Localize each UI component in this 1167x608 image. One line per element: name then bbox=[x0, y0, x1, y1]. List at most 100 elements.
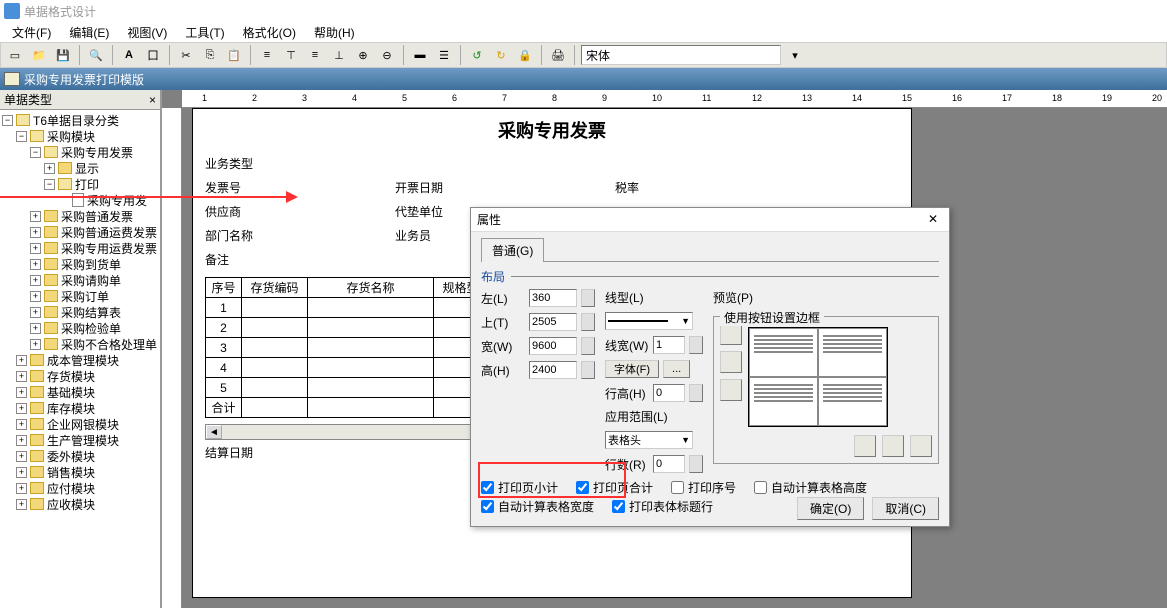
more-button[interactable]: ... bbox=[663, 360, 690, 378]
border-l-button[interactable] bbox=[854, 435, 876, 457]
field-label[interactable]: 供应商 bbox=[205, 203, 395, 220]
expander-icon[interactable]: + bbox=[16, 371, 27, 382]
expander-icon[interactable]: + bbox=[16, 451, 27, 462]
expander-icon[interactable]: + bbox=[30, 211, 41, 222]
field-label[interactable]: 发票号 bbox=[205, 179, 395, 196]
rows-input[interactable] bbox=[653, 455, 685, 473]
border-mid-button[interactable] bbox=[720, 351, 742, 373]
chk-print-header[interactable]: 打印表体标题行 bbox=[612, 498, 713, 515]
spinner[interactable] bbox=[689, 455, 703, 473]
new-icon[interactable]: ▭ bbox=[5, 45, 25, 65]
font-dd-icon[interactable]: ▾ bbox=[785, 45, 805, 65]
text-tool-icon[interactable]: A bbox=[119, 45, 139, 65]
tree[interactable]: −T6单据目录分类 −采购模块 −采购专用发票 +显示 −打印 采购专用发 +采… bbox=[0, 110, 160, 608]
expander-icon[interactable]: + bbox=[16, 499, 27, 510]
expander-icon[interactable]: + bbox=[16, 467, 27, 478]
redo-icon[interactable]: ↻ bbox=[491, 45, 511, 65]
preview-icon[interactable]: 🔍 bbox=[86, 45, 106, 65]
expander-icon[interactable]: + bbox=[30, 243, 41, 254]
chk-auto-height[interactable]: 自动计算表格高度 bbox=[754, 479, 867, 496]
alignb-icon[interactable]: ⊥ bbox=[329, 45, 349, 65]
menu-help[interactable]: 帮助(H) bbox=[306, 22, 363, 43]
expander-icon[interactable]: + bbox=[16, 435, 27, 446]
sidebar-close-icon[interactable]: × bbox=[149, 93, 156, 107]
cut-icon[interactable]: ✂ bbox=[176, 45, 196, 65]
linewidth-input[interactable] bbox=[653, 336, 685, 354]
expander-icon[interactable]: + bbox=[16, 355, 27, 366]
menu-icon[interactable]: ☰ bbox=[434, 45, 454, 65]
field-label[interactable]: 结算日期 bbox=[205, 444, 395, 461]
spinner[interactable] bbox=[581, 337, 595, 355]
expander-icon[interactable]: + bbox=[30, 291, 41, 302]
alignc-icon[interactable]: ⊕ bbox=[353, 45, 373, 65]
field-label[interactable]: 业务类型 bbox=[205, 155, 395, 172]
field-tool-icon[interactable]: 囗 bbox=[143, 45, 163, 65]
expander-icon[interactable]: − bbox=[30, 147, 41, 158]
open-icon[interactable]: 📁 bbox=[29, 45, 49, 65]
doc-title[interactable]: 采购专用发票 bbox=[193, 109, 911, 151]
border-bot-button[interactable] bbox=[720, 379, 742, 401]
chk-page-total[interactable]: 打印页合计 bbox=[576, 479, 653, 496]
chk-print-seq[interactable]: 打印序号 bbox=[671, 479, 736, 496]
spinner[interactable] bbox=[581, 289, 595, 307]
expander-icon[interactable]: + bbox=[30, 339, 41, 350]
expander-icon[interactable]: + bbox=[16, 387, 27, 398]
expander-icon[interactable]: + bbox=[16, 483, 27, 494]
field-label[interactable]: 部门名称 bbox=[205, 227, 395, 244]
expander-icon[interactable]: − bbox=[44, 179, 55, 190]
linetype-combo[interactable]: ▼ bbox=[605, 312, 693, 330]
data-table[interactable]: 序号存货编码存货名称规格型号 1 2 3 4 5 合计 bbox=[205, 277, 500, 418]
expander-icon[interactable]: + bbox=[16, 419, 27, 430]
left-input[interactable] bbox=[529, 289, 577, 307]
rowheight-input[interactable] bbox=[653, 384, 685, 402]
top-input[interactable] bbox=[529, 313, 577, 331]
cancel-button[interactable]: 取消(C) bbox=[872, 497, 939, 520]
expander-icon[interactable]: + bbox=[30, 259, 41, 270]
border-top-button[interactable] bbox=[720, 323, 742, 345]
bold-icon[interactable]: ▬ bbox=[410, 45, 430, 65]
expander-icon[interactable]: − bbox=[2, 115, 13, 126]
ok-button[interactable]: 确定(O) bbox=[797, 497, 864, 520]
menu-file[interactable]: 文件(F) bbox=[4, 22, 59, 43]
spinner[interactable] bbox=[581, 313, 595, 331]
alignr-icon[interactable]: ≡ bbox=[305, 45, 325, 65]
field-label[interactable]: 备注 bbox=[205, 251, 395, 268]
spinner[interactable] bbox=[689, 336, 703, 354]
folder-icon bbox=[30, 450, 44, 462]
tab-general[interactable]: 普通(G) bbox=[481, 238, 544, 262]
expander-icon[interactable]: + bbox=[44, 163, 55, 174]
alignm-icon[interactable]: ⊖ bbox=[377, 45, 397, 65]
lock-icon[interactable]: 🔒 bbox=[515, 45, 535, 65]
expander-icon[interactable]: + bbox=[30, 275, 41, 286]
menu-edit[interactable]: 编辑(E) bbox=[61, 22, 117, 43]
chk-page-subtotal[interactable]: 打印页小计 bbox=[481, 479, 558, 496]
menu-view[interactable]: 视图(V) bbox=[119, 22, 175, 43]
border-r-button[interactable] bbox=[910, 435, 932, 457]
alignt-icon[interactable]: ⊤ bbox=[281, 45, 301, 65]
field-label[interactable]: 开票日期 bbox=[395, 179, 615, 196]
expander-icon[interactable]: − bbox=[16, 131, 27, 142]
undo-icon[interactable]: ↺ bbox=[467, 45, 487, 65]
menu-format[interactable]: 格式化(O) bbox=[235, 22, 304, 43]
expander-icon[interactable]: + bbox=[30, 227, 41, 238]
close-icon[interactable]: ✕ bbox=[923, 212, 943, 228]
spinner[interactable] bbox=[689, 384, 703, 402]
border-c-button[interactable] bbox=[882, 435, 904, 457]
expander-icon[interactable]: + bbox=[30, 307, 41, 318]
field-label[interactable]: 税率 bbox=[615, 179, 765, 196]
copy-icon[interactable]: ⎘ bbox=[200, 45, 220, 65]
scope-combo[interactable]: 表格头▼ bbox=[605, 431, 693, 449]
width-input[interactable] bbox=[529, 337, 577, 355]
paste-icon[interactable]: 📋 bbox=[224, 45, 244, 65]
font-selector[interactable]: 宋体 bbox=[581, 45, 781, 65]
chk-auto-width[interactable]: 自动计算表格宽度 bbox=[481, 498, 594, 515]
alignl-icon[interactable]: ≡ bbox=[257, 45, 277, 65]
menu-tools[interactable]: 工具(T) bbox=[177, 22, 232, 43]
font-button[interactable]: 字体(F) bbox=[605, 360, 659, 378]
expander-icon[interactable]: + bbox=[16, 403, 27, 414]
spinner[interactable] bbox=[581, 361, 595, 379]
expander-icon[interactable]: + bbox=[30, 323, 41, 334]
height-input[interactable] bbox=[529, 361, 577, 379]
print-icon[interactable]: 🖨 bbox=[548, 45, 568, 65]
save-icon[interactable]: 💾 bbox=[53, 45, 73, 65]
